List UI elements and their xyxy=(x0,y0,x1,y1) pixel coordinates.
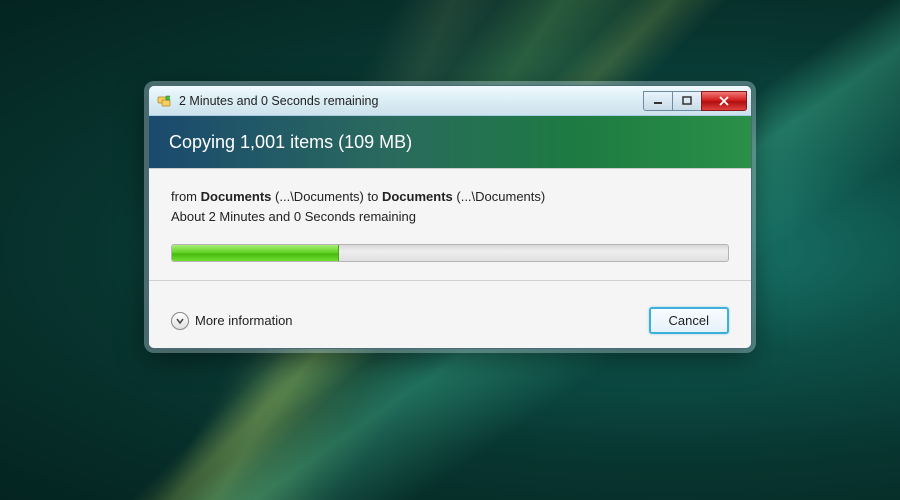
copy-folders-icon xyxy=(157,93,173,109)
copy-dialog: 2 Minutes and 0 Seconds remaining Copyin… xyxy=(148,85,752,349)
more-information-toggle[interactable]: More information xyxy=(171,312,293,330)
from-label: from xyxy=(171,189,201,204)
to-folder: Documents xyxy=(382,189,453,204)
more-information-label: More information xyxy=(195,313,293,328)
progress-fill xyxy=(172,245,339,261)
cancel-button[interactable]: Cancel xyxy=(649,307,729,334)
operation-header: Copying 1,001 items (109 MB) xyxy=(149,116,751,168)
titlebar[interactable]: 2 Minutes and 0 Seconds remaining xyxy=(149,86,751,116)
dialog-footer: More information Cancel xyxy=(171,307,729,334)
transfer-path-line: from Documents (...\Documents) to Docume… xyxy=(171,187,729,207)
progress-bar xyxy=(171,244,729,262)
eta-line: About 2 Minutes and 0 Seconds remaining xyxy=(171,207,729,227)
minimize-button[interactable] xyxy=(643,91,673,111)
from-path: (...\Documents) xyxy=(271,189,367,204)
maximize-button[interactable] xyxy=(672,91,702,111)
divider xyxy=(149,280,751,281)
to-path: (...\Documents) xyxy=(453,189,545,204)
chevron-down-icon xyxy=(171,312,189,330)
window-controls xyxy=(644,91,747,111)
to-label: to xyxy=(368,189,382,204)
window-title: 2 Minutes and 0 Seconds remaining xyxy=(179,94,644,108)
from-folder: Documents xyxy=(201,189,272,204)
dialog-content: from Documents (...\Documents) to Docume… xyxy=(149,168,751,348)
close-button[interactable] xyxy=(701,91,747,111)
operation-text: Copying 1,001 items (109 MB) xyxy=(169,132,412,153)
